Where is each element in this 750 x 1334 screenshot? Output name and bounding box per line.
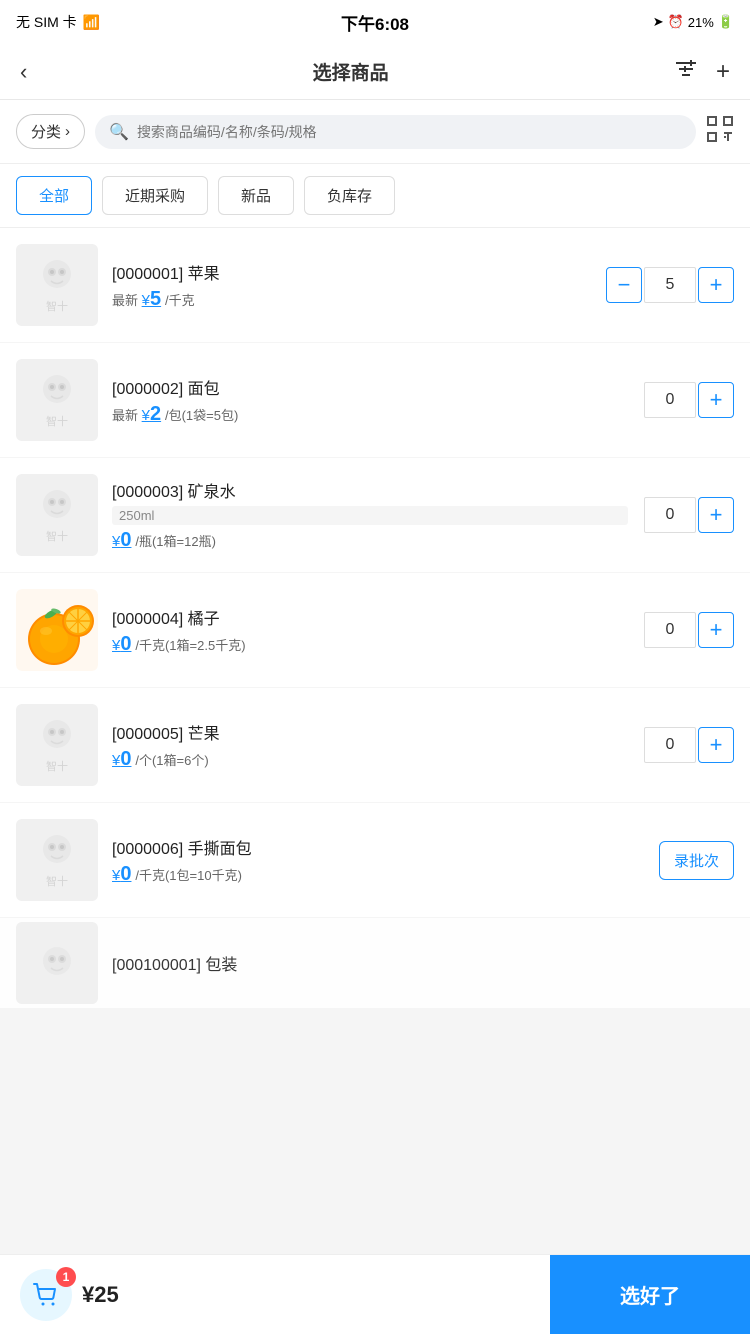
qty-control: + (642, 727, 734, 763)
record-batch-button[interactable]: 录批次 (659, 841, 734, 880)
qty-control: + (642, 612, 734, 648)
qty-input[interactable] (644, 267, 696, 303)
battery-label: 21% (688, 15, 714, 30)
product-item: 智十 [0000003] 矿泉水 250ml ¥0 /瓶(1箱=12瓶) + (0, 458, 750, 572)
product-price: ¥0 /个(1箱=6个) (112, 748, 628, 771)
status-right: ➤ ⏰ 21% 🔋 (653, 14, 734, 30)
product-image: 智十 (16, 359, 98, 441)
nav-bar: ‹ 选择商品 + (0, 44, 750, 100)
qty-control: + (642, 497, 734, 533)
product-info: [0000004] 橘子 ¥0 /千克(1箱=2.5千克) (112, 605, 628, 656)
qty-input[interactable] (644, 382, 696, 418)
scan-icon[interactable] (706, 115, 734, 149)
status-bar: 无 SIM 卡 📶 下午6:08 ➤ ⏰ 21% 🔋 (0, 0, 750, 44)
qty-input[interactable] (644, 612, 696, 648)
wifi-icon: 📶 (83, 14, 100, 31)
product-info: [0000003] 矿泉水 250ml ¥0 /瓶(1箱=12瓶) (112, 478, 628, 552)
tab-all[interactable]: 全部 (16, 176, 92, 215)
product-image: 智十 (16, 704, 98, 786)
battery-icon: 🔋 (718, 14, 734, 30)
product-image (16, 922, 98, 1004)
product-info: [0000001] 苹果 最新 ¥5 /千克 (112, 260, 592, 311)
product-price: ¥0 /千克(1箱=2.5千克) (112, 633, 628, 656)
product-price: ¥0 /千克(1包=10千克) (112, 863, 645, 886)
tab-recent[interactable]: 近期采购 (102, 176, 208, 215)
status-time: 下午6:08 (341, 10, 409, 35)
qty-input[interactable] (644, 727, 696, 763)
search-input[interactable] (137, 124, 682, 140)
back-button[interactable]: ‹ (20, 59, 27, 85)
qty-control: − + (606, 267, 734, 303)
qty-increase-button[interactable]: + (698, 267, 734, 303)
product-name: [000100001] 包装 (112, 951, 734, 975)
alarm-icon: ⏰ (668, 14, 684, 30)
qty-input[interactable] (644, 497, 696, 533)
product-list: 智十 [0000001] 苹果 最新 ¥5 /千克 − + (0, 228, 750, 1008)
sim-label: 无 SIM 卡 (16, 12, 77, 32)
product-item: 智十 [0000005] 芒果 ¥0 /个(1箱=6个) + (0, 688, 750, 802)
product-image: 智十 (16, 819, 98, 901)
qty-control: + (642, 382, 734, 418)
category-button[interactable]: 分类 › (16, 114, 85, 149)
product-item: 智十 [0000001] 苹果 最新 ¥5 /千克 − + (0, 228, 750, 342)
cart-section: 1 ¥25 (0, 1269, 550, 1321)
nav-actions: + (674, 58, 730, 86)
product-spec: 250ml (112, 506, 628, 525)
product-name: [0000004] 橘子 (112, 605, 628, 629)
product-image (16, 589, 98, 671)
filter-row: 分类 › 🔍 (0, 100, 750, 164)
category-arrow: › (65, 123, 70, 140)
product-name: [0000003] 矿泉水 (112, 478, 628, 502)
product-name: [0000002] 面包 (112, 375, 628, 399)
product-price: 最新 ¥5 /千克 (112, 288, 592, 311)
qty-decrease-button[interactable]: − (606, 267, 642, 303)
search-icon: 🔍 (109, 122, 129, 142)
status-left: 无 SIM 卡 📶 (16, 12, 100, 32)
add-icon[interactable]: + (716, 58, 730, 86)
filter-icon[interactable] (674, 58, 698, 86)
product-image: 智十 (16, 244, 98, 326)
location-icon: ➤ (653, 14, 664, 30)
product-name: [0000001] 苹果 (112, 260, 592, 284)
product-price: ¥0 /瓶(1箱=12瓶) (112, 529, 628, 552)
qty-increase-button[interactable]: + (698, 727, 734, 763)
category-label: 分类 (31, 121, 61, 142)
product-info: [0000006] 手撕面包 ¥0 /千克(1包=10千克) (112, 835, 645, 886)
product-item: 智十 [0000002] 面包 最新 ¥2 /包(1袋=5包) + (0, 343, 750, 457)
product-item: [0000004] 橘子 ¥0 /千克(1箱=2.5千克) + (0, 573, 750, 687)
product-info: [0000002] 面包 最新 ¥2 /包(1袋=5包) (112, 375, 628, 426)
tab-new[interactable]: 新品 (218, 176, 294, 215)
product-name: [0000006] 手撕面包 (112, 835, 645, 859)
product-name: [0000005] 芒果 (112, 720, 628, 744)
product-item-partial: [000100001] 包装 (0, 918, 750, 1008)
qty-increase-button[interactable]: + (698, 382, 734, 418)
page-title: 选择商品 (313, 58, 389, 85)
bottom-bar: 1 ¥25 选好了 (0, 1254, 750, 1334)
cart-total: ¥25 (82, 1282, 119, 1308)
cart-icon[interactable]: 1 (20, 1269, 72, 1321)
product-item: 智十 [0000006] 手撕面包 ¥0 /千克(1包=10千克) 录批次 (0, 803, 750, 917)
tab-bar: 全部 近期采购 新品 负库存 (0, 164, 750, 228)
qty-increase-button[interactable]: + (698, 497, 734, 533)
qty-increase-button[interactable]: + (698, 612, 734, 648)
confirm-button[interactable]: 选好了 (550, 1255, 750, 1334)
product-info: [000100001] 包装 (112, 951, 734, 975)
search-box: 🔍 (95, 115, 696, 149)
product-info: [0000005] 芒果 ¥0 /个(1箱=6个) (112, 720, 628, 771)
tab-negative[interactable]: 负库存 (304, 176, 395, 215)
cart-badge: 1 (56, 1267, 76, 1287)
product-image: 智十 (16, 474, 98, 556)
product-price: 最新 ¥2 /包(1袋=5包) (112, 403, 628, 426)
